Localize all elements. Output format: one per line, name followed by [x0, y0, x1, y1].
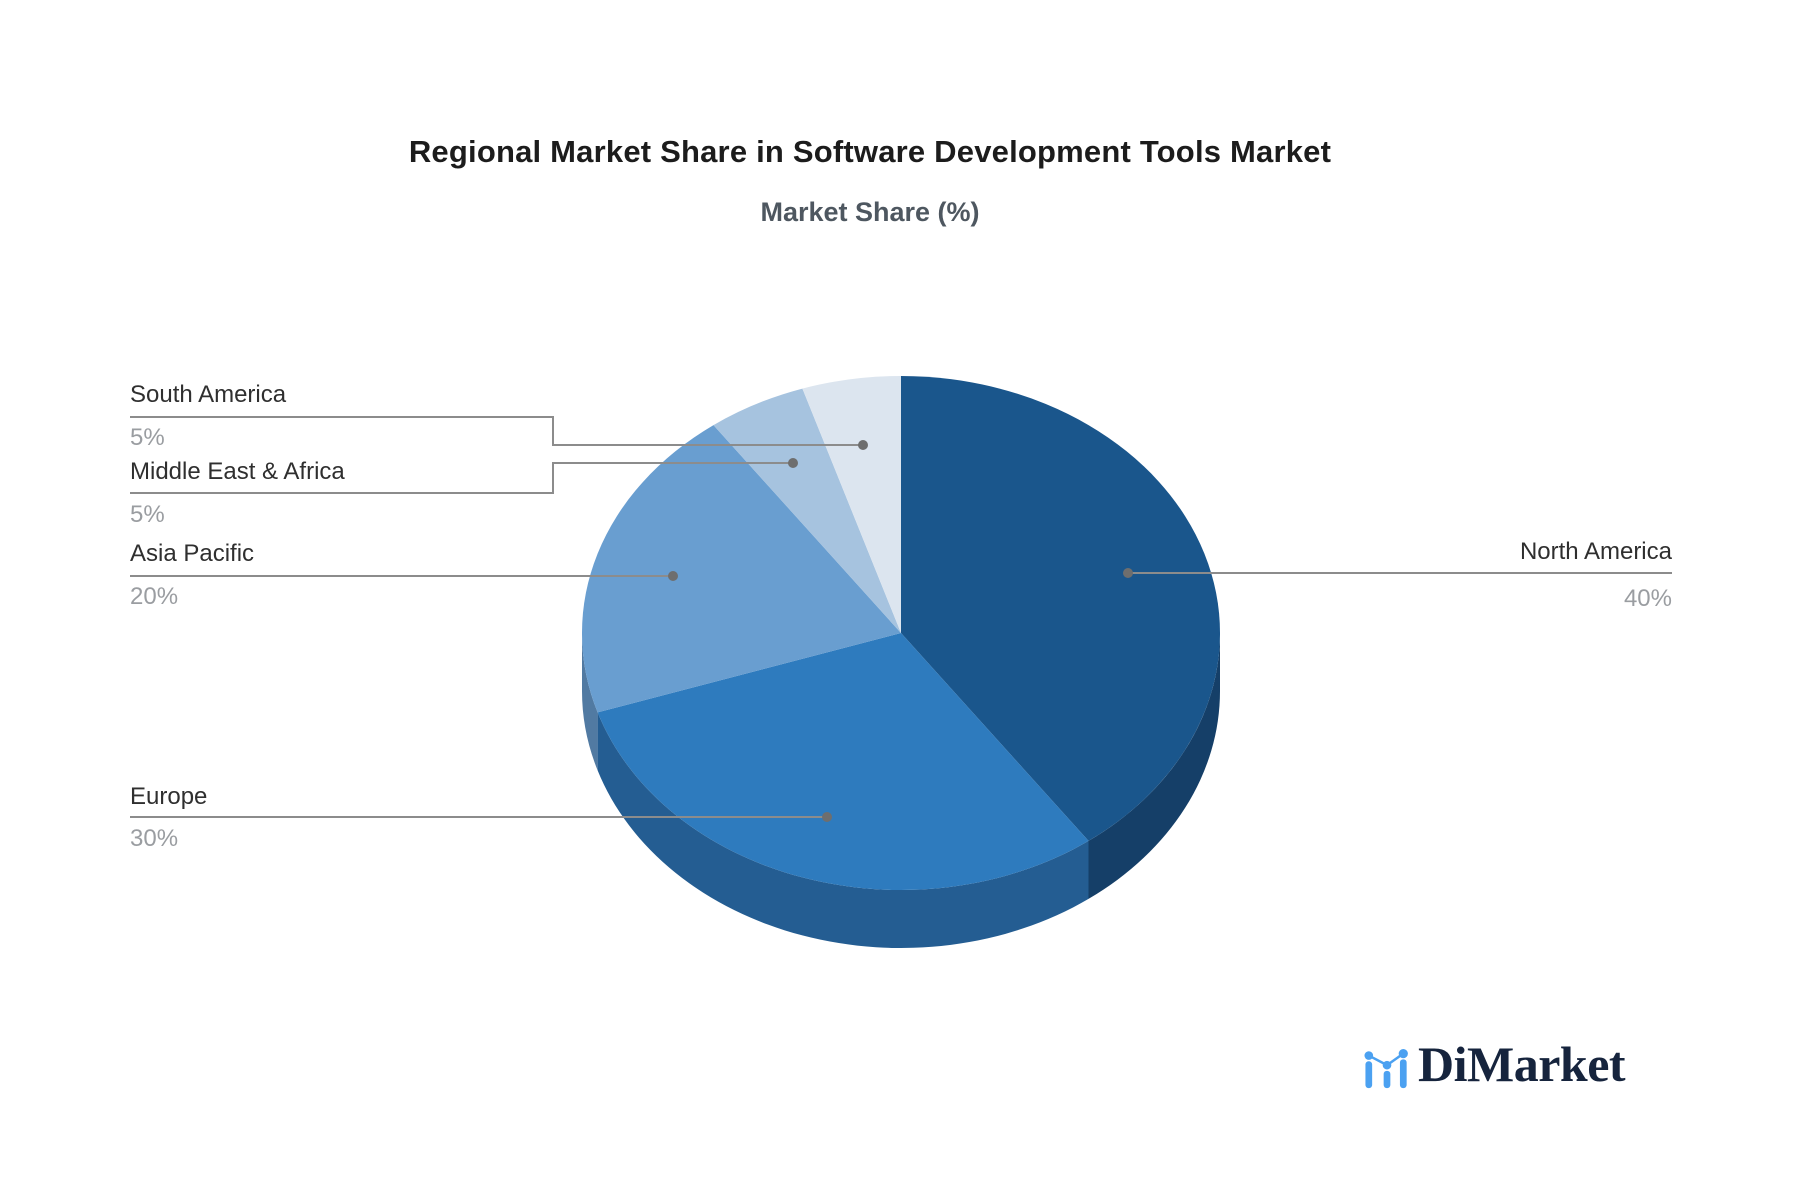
callout-middle-east-africa-label: Middle East & Africa	[130, 458, 345, 485]
callout-anchor-dot-europe	[822, 812, 832, 822]
callout-north-america-value: 40%	[1623, 585, 1672, 612]
callout-south-america-label: South America	[130, 381, 287, 408]
callout-asia-pacific-value: 20%	[130, 583, 179, 610]
bar-chart-logo-icon	[1364, 1049, 1408, 1089]
callout-anchor-dot-north-america	[1123, 568, 1133, 578]
pie-chart	[130, 376, 1672, 949]
callout-middle-east-africa-value: 5%	[130, 501, 165, 528]
callout-north-america-label: North America	[1519, 538, 1672, 565]
callout-asia-pacific-label: Asia Pacific	[130, 540, 255, 567]
callout-anchor-dot-asia-pacific	[668, 571, 678, 581]
callout-south-america-value: 5%	[130, 424, 165, 451]
brand-name: DiMarket	[1418, 1036, 1626, 1092]
callout-europe-value: 30%	[130, 825, 179, 852]
brand-logo: DiMarket	[1364, 1036, 1626, 1094]
chart-canvas: Regional Market Share in Software Develo…	[0, 0, 1800, 1196]
callout-europe-label: Europe	[130, 783, 208, 810]
callout-anchor-dot-south-america	[858, 440, 868, 450]
callout-anchor-dot-middle-east-africa	[788, 458, 798, 468]
